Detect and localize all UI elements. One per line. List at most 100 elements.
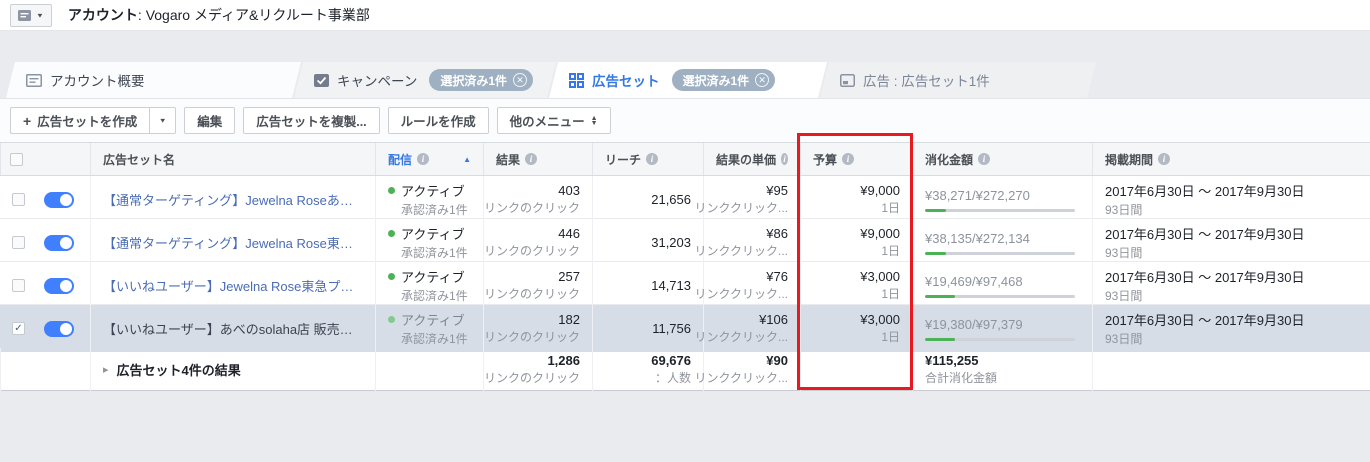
reach-value: 11,756 (652, 321, 691, 336)
pages-icon (18, 9, 31, 21)
table-row-selected: ✓ 【いいねユーザー】あべのsolaha店 販売スタッフ アクティブ 承認済み1件… (0, 305, 1370, 352)
adset-toggle[interactable] (44, 191, 74, 208)
caret-down-icon: ▼ (158, 116, 167, 125)
result-type: リンクのクリック (483, 244, 580, 258)
budget-value: ¥3,000 (860, 269, 900, 284)
plus-icon: + (23, 112, 32, 129)
schedule-dates: 2017年6月30日 ～ 2017年9月30日 (1105, 270, 1305, 285)
account-selector-button[interactable]: ▼ (10, 3, 52, 27)
adset-name-link[interactable]: 【通常ターゲティング】Jewelna Roseあべのsol... (103, 190, 363, 209)
info-icon[interactable]: i (525, 153, 538, 165)
summary-cost-type: リンククリック... (694, 371, 788, 385)
summary-spend-label: 合計消化金額 (925, 371, 998, 385)
budget-value: ¥9,000 (860, 183, 900, 198)
delivery-status: アクティブ (401, 313, 465, 328)
header-schedule[interactable]: 掲載期間 i (1105, 151, 1350, 168)
schedule-duration: 93日間 (1105, 289, 1143, 303)
adset-toggle[interactable] (44, 277, 74, 294)
budget-type: 1日 (881, 330, 900, 344)
ad-card-icon (840, 74, 855, 87)
header-reach[interactable]: リーチ i (605, 151, 691, 168)
info-icon[interactable]: i (781, 153, 788, 165)
more-menu-button[interactable]: 他のメニュー ▲ ▼ (496, 107, 611, 134)
result-type: リンクのクリック (483, 330, 580, 344)
table-row: 【通常ターゲティング】Jewelna Roseあべのsol... アクティブ承認… (0, 176, 1370, 223)
result-type: リンクのクリック (483, 287, 580, 301)
summary-reach-type: ：人数 (654, 371, 691, 385)
tab-campaigns[interactable]: キャンペーン 選択済み1件 ✕ (294, 62, 556, 98)
info-icon[interactable]: i (417, 153, 430, 165)
delivery-substatus: 承認済み1件 (401, 289, 468, 303)
selected-count-badge: 選択済み1件 ✕ (672, 69, 776, 91)
row-checkbox-checked[interactable]: ✓ (12, 322, 25, 335)
status-dot (388, 316, 395, 323)
info-icon[interactable]: i (646, 153, 659, 165)
adset-toggle[interactable] (44, 234, 74, 251)
header-amount-spent[interactable]: 消化金額 i (925, 151, 1080, 168)
reach-value: 14,713 (651, 278, 691, 293)
info-icon[interactable]: i (1158, 153, 1171, 165)
expand-icon[interactable]: ▸ (103, 363, 109, 376)
cost-type: リンククリック... (694, 330, 788, 344)
result-value: 403 (558, 183, 580, 198)
badge-close-icon[interactable]: ✕ (513, 73, 527, 87)
row-checkbox[interactable] (12, 236, 25, 249)
content-panel: + 広告セットを作成 ▼ 編集 広告セットを複製... ルールを作成 他のメニュ… (0, 98, 1370, 391)
table-summary: ▸ 広告セット4件の結果 1,286 リンクのクリック 69,676 ：人数 ¥90 リ… (0, 348, 1370, 391)
account-title: アカウント: Vogaro メディア&リクルート事業部 (68, 5, 370, 25)
adset-toggle[interactable] (44, 320, 74, 337)
delivery-substatus: 承認済み1件 (401, 246, 468, 260)
result-value: 446 (558, 226, 580, 241)
create-adset-button[interactable]: + 広告セットを作成 (10, 107, 151, 134)
select-all-checkbox[interactable] (10, 152, 23, 166)
result-value: 182 (558, 312, 580, 327)
tab-label: アカウント概要 (50, 74, 145, 89)
edit-button[interactable]: 編集 (184, 107, 236, 134)
table-body: 【通常ターゲティング】Jewelna Roseあべのsol... アクティブ承認… (0, 176, 1370, 352)
tab-label: キャンペーン (337, 74, 418, 89)
schedule-duration: 93日間 (1105, 203, 1143, 217)
info-icon[interactable]: i (978, 153, 991, 165)
summary-row: ▸ 広告セット4件の結果 1,286 リンクのクリック 69,676 ：人数 ¥90 リ… (0, 348, 1370, 391)
spend-progressbar (925, 208, 1075, 212)
budget-type: 1日 (881, 287, 900, 301)
header-budget[interactable]: 予算 i (813, 151, 900, 168)
table-row: 【いいねユーザー】Jewelna Rose東急プラザ表... アクティブ承認済み… (0, 262, 1370, 309)
create-adset-splitbutton: + 広告セットを作成 ▼ (10, 107, 177, 134)
header-delivery[interactable]: 配信 i ▲ (388, 151, 471, 168)
status-dot (388, 273, 395, 280)
tab-ad-sets[interactable]: 広告セット 選択済み1件 ✕ (549, 62, 827, 98)
duplicate-adset-button[interactable]: 広告セットを複製... (243, 107, 380, 134)
badge-label: 選択済み1件 (440, 73, 508, 88)
summary-reach: 69,676 (651, 353, 691, 368)
cost-type: リンククリック... (694, 201, 788, 215)
create-adset-dropdown-button[interactable]: ▼ (150, 107, 177, 134)
campaign-check-icon (314, 73, 329, 87)
header-cost-per-result[interactable]: 結果の単価 i (716, 151, 788, 168)
header-results[interactable]: 結果 i (496, 151, 580, 168)
selected-count-badge: 選択済み1件 ✕ (429, 69, 533, 91)
tab-ads[interactable]: 広告 : 広告セット1件 (820, 62, 1096, 98)
header-adset-name[interactable]: 広告セット名 (103, 151, 363, 168)
info-icon[interactable]: i (842, 153, 855, 165)
cost-value: ¥76 (766, 269, 788, 284)
delivery-status: アクティブ (401, 270, 465, 285)
adset-name-link[interactable]: 【いいねユーザー】Jewelna Rose東急プラザ表... (103, 276, 363, 295)
summary-result: 1,286 (547, 353, 580, 368)
tab-account-overview[interactable]: アカウント概要 (6, 62, 301, 98)
row-checkbox[interactable] (12, 193, 25, 206)
reach-value: 21,656 (651, 192, 691, 207)
summary-label: 広告セット4件の結果 (116, 363, 241, 378)
sort-ascending-icon: ▲ (463, 154, 471, 164)
delivery-status: アクティブ (401, 227, 465, 242)
status-dot (388, 187, 395, 194)
cost-value: ¥106 (759, 312, 788, 327)
up-down-arrows-icon: ▲ ▼ (590, 114, 598, 127)
table-row: 【通常ターゲティング】Jewelna Rose東急プラ... アクティブ承認済み… (0, 219, 1370, 266)
create-rule-button[interactable]: ルールを作成 (387, 107, 489, 134)
badge-label: 選択済み1件 (682, 73, 750, 88)
adset-name-link[interactable]: 【いいねユーザー】あべのsolaha店 販売スタッフ (103, 319, 363, 338)
badge-close-icon[interactable]: ✕ (755, 73, 769, 87)
row-checkbox[interactable] (12, 279, 25, 292)
adset-name-link[interactable]: 【通常ターゲティング】Jewelna Rose東急プラ... (103, 233, 363, 252)
